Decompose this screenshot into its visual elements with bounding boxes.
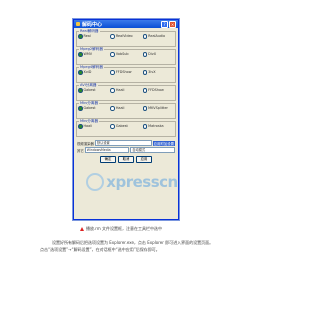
option[interactable]: XviD xyxy=(78,70,109,75)
radio-icon xyxy=(78,34,83,39)
group-avi-splitter: AVI分离器 Gabest Haali FFDShow xyxy=(76,83,176,101)
radio-icon xyxy=(78,106,83,111)
renderer-settings: 视频渲染器 默认设置 应用附加设置 其它 WindowsMedia 自动模式 xyxy=(76,137,176,153)
group-label: Real解码器 xyxy=(79,29,100,34)
radio-icon xyxy=(142,88,148,93)
paragraph-line-1: 设置好所有解码后把选项设置为 Explorer.exe，点击 Explorer … xyxy=(52,240,214,245)
page: 解码中心 ? × Real解码器 Real RealVideo RealAudi… xyxy=(0,0,250,318)
radio-icon xyxy=(142,70,148,75)
radio-icon xyxy=(110,124,115,129)
option[interactable]: 3ivX xyxy=(142,70,174,75)
other-select[interactable]: WindowsMedia xyxy=(84,147,130,153)
caption-text: 播放.rm 文件设置框，注意在工具栏中选中 xyxy=(86,226,163,231)
figure-caption: 播放.rm 文件设置框，注意在工具栏中选中 xyxy=(80,226,162,232)
option[interactable]: Haali xyxy=(78,124,109,129)
option[interactable]: WMV xyxy=(78,52,109,57)
group-label: Mkv分离器 xyxy=(79,101,100,106)
option[interactable]: Real xyxy=(78,34,109,39)
group-label: Mkv分离器 xyxy=(79,119,100,124)
warning-icon xyxy=(80,227,84,231)
mode-select[interactable]: 自动模式 xyxy=(130,147,175,153)
radio-icon xyxy=(78,70,83,75)
decoder-center-dialog: 解码中心 ? × Real解码器 Real RealVideo RealAudi… xyxy=(73,19,179,220)
radio-icon xyxy=(78,124,83,129)
option[interactable]: Gabest xyxy=(78,106,109,111)
option[interactable]: DivX xyxy=(142,52,174,57)
app-icon xyxy=(76,22,80,26)
paragraph-line-2: 点击“选项设置”→“解码设置”，在对话框中“选中应用”后保存即可。 xyxy=(40,247,160,252)
option[interactable]: Matroska xyxy=(142,124,174,129)
group-label: Mpeg2解码器 xyxy=(79,47,104,52)
renderer-row: 视频渲染器 默认设置 应用附加设置 xyxy=(77,140,175,146)
renderer-select[interactable]: 默认设置 xyxy=(94,140,152,146)
group-label: AVI分离器 xyxy=(79,83,98,88)
group-label: Mpeg4解码器 xyxy=(79,65,104,70)
help-button[interactable]: ? xyxy=(161,20,168,28)
option[interactable]: VobSub xyxy=(110,52,141,57)
radio-icon xyxy=(142,124,148,129)
dialog-content: Real解码器 Real RealVideo RealAudio Mpeg2解码… xyxy=(74,28,178,163)
option[interactable]: RealAudio xyxy=(142,34,174,39)
group-mkv-splitter: Mkv分离器 Gabest Haali MKVSplitter xyxy=(76,101,176,119)
option[interactable]: FFDShow xyxy=(110,70,141,75)
radio-icon xyxy=(142,34,148,39)
title-bar: 解码中心 ? × xyxy=(74,20,178,28)
option[interactable]: Gabest xyxy=(110,124,141,129)
option[interactable]: MKVSplitter xyxy=(142,106,174,111)
radio-icon xyxy=(78,88,83,93)
other-row: 其它 WindowsMedia 自动模式 xyxy=(77,147,175,153)
option[interactable]: Haali xyxy=(110,88,141,93)
radio-icon xyxy=(78,52,83,57)
ok-button[interactable]: 确定 xyxy=(100,156,116,163)
radio-icon xyxy=(110,106,115,111)
option[interactable]: Haali xyxy=(110,106,141,111)
dialog-buttons: 确定 取消 应用 xyxy=(76,156,176,163)
close-button[interactable]: × xyxy=(169,20,176,28)
option[interactable]: RealVideo xyxy=(110,34,141,39)
other-label: 其它 xyxy=(77,148,84,153)
apply-button[interactable]: 应用 xyxy=(136,156,152,163)
renderer-label: 视频渲染器 xyxy=(77,141,94,146)
radio-icon xyxy=(142,106,148,111)
group-mpeg4: Mpeg4解码器 XviD FFDShow 3ivX xyxy=(76,65,176,83)
radio-icon xyxy=(142,52,148,57)
group-mpeg2: Mpeg2解码器 WMV VobSub DivX xyxy=(76,47,176,65)
group-mkv-splitter-2: Mkv分离器 Haali Gabest Matroska xyxy=(76,119,176,137)
window-title: 解码中心 xyxy=(82,21,103,28)
radio-icon xyxy=(110,34,115,39)
option[interactable]: Gabest xyxy=(78,88,109,93)
radio-icon xyxy=(110,52,115,57)
radio-icon xyxy=(110,88,115,93)
radio-icon xyxy=(110,70,115,75)
option[interactable]: FFDShow xyxy=(142,88,174,93)
group-real: Real解码器 Real RealVideo RealAudio xyxy=(76,29,176,47)
apply-extra-checkbox[interactable]: 应用附加设置 xyxy=(152,140,175,146)
cancel-button[interactable]: 取消 xyxy=(118,156,134,163)
